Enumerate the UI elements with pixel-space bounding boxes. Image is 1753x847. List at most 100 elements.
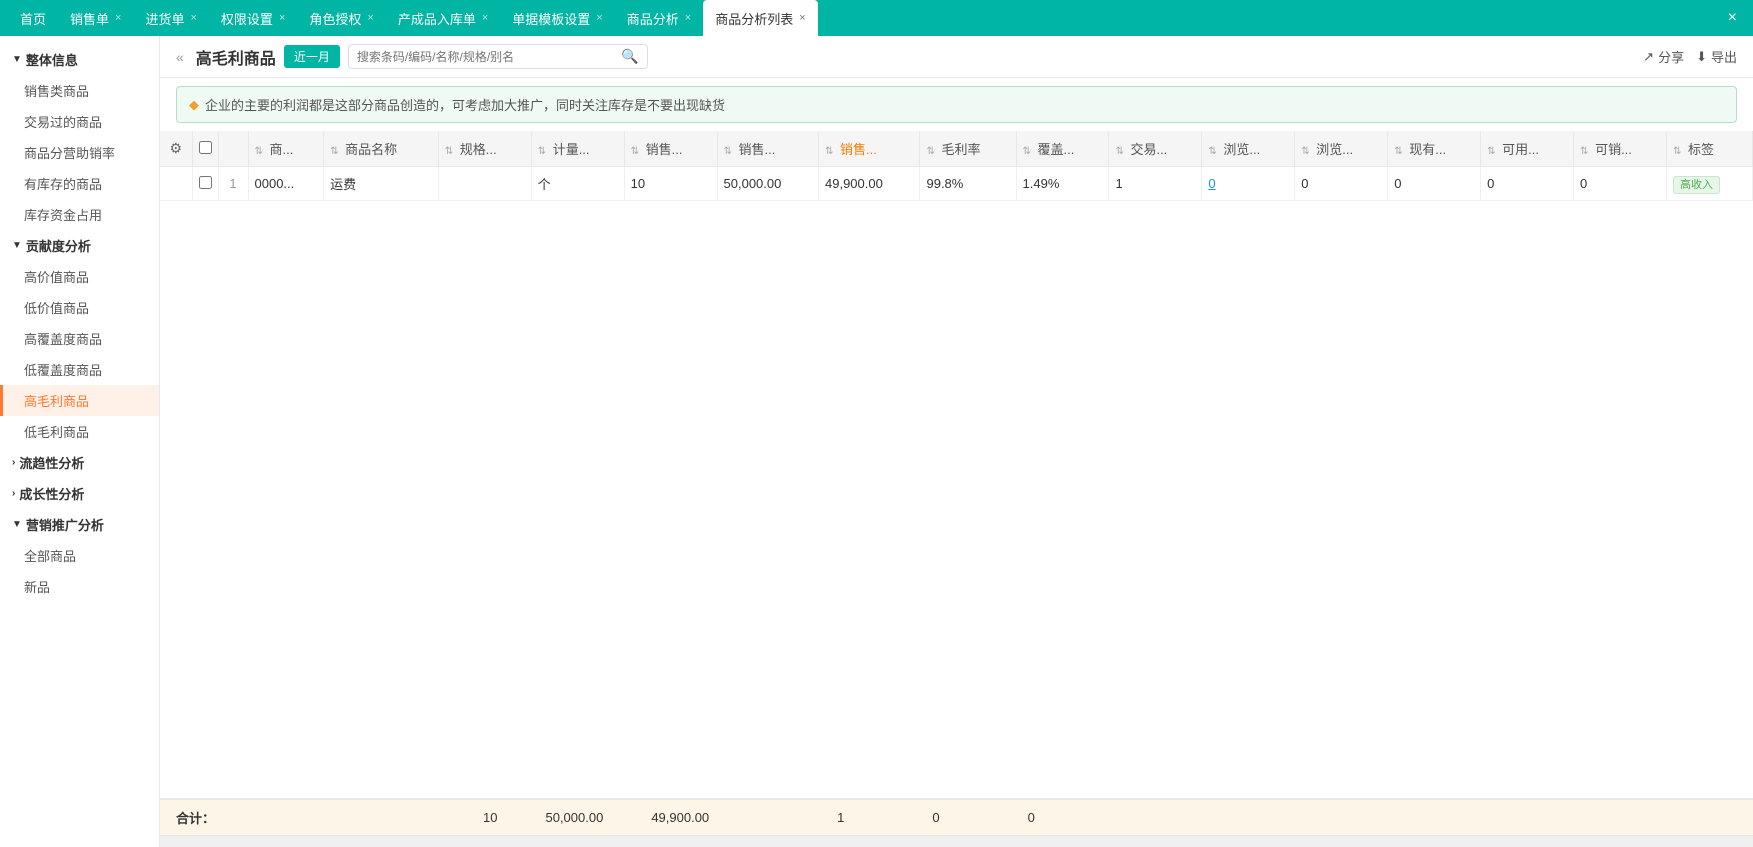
cell-tag: 高收入: [1666, 167, 1752, 201]
cell-sales-amount: 50,000.00: [717, 167, 818, 201]
cell-transaction: 1: [1109, 167, 1202, 201]
col-margin-rate[interactable]: ⇅ 毛利率: [920, 131, 1016, 167]
sidebar-item-traded-products[interactable]: 交易过的商品: [0, 106, 159, 137]
nav-close-icon[interactable]: ×: [279, 12, 285, 24]
info-banner: ◆ 企业的主要的利润都是这部分商品创造的，可考虑加大推广，同时关注库存是不要出现…: [176, 86, 1737, 123]
col-sellable[interactable]: ⇅ 可销...: [1574, 131, 1667, 167]
page-title: 高毛利商品: [196, 45, 276, 69]
sidebar-item-assist-rate[interactable]: 商品分营助销率: [0, 137, 159, 168]
nav-home[interactable]: 首页: [8, 0, 58, 36]
nav-purchase-order[interactable]: 进货单 ×: [133, 0, 208, 36]
nav-product-analysis[interactable]: 商品分析 ×: [615, 0, 703, 36]
main-area: ▼ 整体信息 销售类商品 交易过的商品 商品分营助销率 有库存的商品 库存资金占…: [0, 36, 1753, 847]
settings-icon[interactable]: ⚙: [169, 140, 182, 156]
nav-finished-goods[interactable]: 产成品入库单 ×: [386, 0, 500, 36]
col-gear[interactable]: ⚙: [160, 131, 192, 167]
nav-permissions[interactable]: 权限设置 ×: [209, 0, 297, 36]
table-header-row: ⚙ ⇅ 商... ⇅ 商品名称: [160, 131, 1753, 167]
col-code[interactable]: ⇅ 商...: [248, 131, 324, 167]
cell-current-stock: 0: [1388, 167, 1481, 201]
nav-close-icon[interactable]: ×: [115, 12, 121, 24]
cell-coverage: 1.49%: [1016, 167, 1109, 201]
nav-close-icon[interactable]: ×: [482, 12, 488, 24]
col-available[interactable]: ⇅ 可用...: [1481, 131, 1574, 167]
nav-sales-order[interactable]: 销售单 ×: [58, 0, 133, 36]
sidebar-group-trend[interactable]: › 流趋性分析: [0, 447, 159, 478]
footer-sales-amount: 50,000.00: [545, 810, 603, 825]
nav-role-auth[interactable]: 角色授权 ×: [297, 0, 385, 36]
sidebar-group-contribution[interactable]: ▼ 贡献度分析: [0, 230, 159, 261]
sidebar-collapse-button[interactable]: «: [176, 49, 184, 65]
sort-icon: ⇅: [1115, 146, 1123, 157]
cell-sales-qty: 10: [624, 167, 717, 201]
expand-arrow-icon: ›: [12, 457, 15, 468]
sort-icon: ⇅: [1673, 146, 1681, 157]
col-browse1[interactable]: ⇅ 浏览...: [1202, 131, 1295, 167]
search-icon[interactable]: 🔍: [621, 48, 638, 65]
cell-spec: [438, 167, 531, 201]
sidebar-item-all-products[interactable]: 全部商品: [0, 540, 159, 571]
footer-sales-qty: 10: [483, 810, 497, 825]
sort-icon: ⇅: [724, 146, 732, 157]
sort-icon: ⇅: [825, 146, 833, 157]
cell-sales-profit: 49,900.00: [819, 167, 920, 201]
sidebar-item-inventory-capital[interactable]: 库存资金占用: [0, 199, 159, 230]
search-box: 🔍: [348, 44, 648, 69]
cell-browse2: 0: [1295, 167, 1388, 201]
sidebar-item-low-value[interactable]: 低价值商品: [0, 292, 159, 323]
footer-sales-profit: 49,900.00: [651, 810, 709, 825]
share-icon: ↗: [1643, 49, 1654, 65]
share-button[interactable]: ↗ 分享: [1643, 47, 1684, 66]
footer-label: 合计：: [176, 808, 215, 827]
cell-browse1[interactable]: 0: [1202, 167, 1295, 201]
tag-badge: 高收入: [1673, 176, 1720, 194]
select-all-checkbox[interactable]: [199, 141, 212, 154]
search-input[interactable]: [357, 50, 622, 64]
col-index: [218, 131, 248, 167]
expand-arrow-icon: ▼: [12, 519, 22, 530]
nav-close-icon[interactable]: ×: [685, 12, 691, 24]
col-name[interactable]: ⇅ 商品名称: [324, 131, 439, 167]
row-checkbox[interactable]: [199, 176, 212, 189]
col-unit[interactable]: ⇅ 计量...: [531, 131, 624, 167]
sidebar-item-high-coverage[interactable]: 高覆盖度商品: [0, 323, 159, 354]
sort-icon: ⇅: [445, 146, 453, 157]
sort-icon: ⇅: [330, 146, 338, 157]
sort-icon: ⇅: [1301, 146, 1309, 157]
nav-template-settings[interactable]: 单据模板设置 ×: [500, 0, 614, 36]
sidebar-item-in-stock[interactable]: 有库存的商品: [0, 168, 159, 199]
nav-close-icon[interactable]: ×: [367, 12, 373, 24]
sidebar-item-high-value[interactable]: 高价值商品: [0, 261, 159, 292]
sidebar-group-overall[interactable]: ▼ 整体信息: [0, 44, 159, 75]
col-sales-amount[interactable]: ⇅ 销售...: [717, 131, 818, 167]
nav-close-icon[interactable]: ×: [190, 12, 196, 24]
horizontal-scrollbar[interactable]: [160, 835, 1753, 847]
cell-checkbox[interactable]: [192, 167, 218, 201]
col-tag[interactable]: ⇅ 标签: [1666, 131, 1752, 167]
sidebar-item-sales-products[interactable]: 销售类商品: [0, 75, 159, 106]
nav-close-icon[interactable]: ×: [799, 12, 805, 24]
col-current-stock[interactable]: ⇅ 现有...: [1388, 131, 1481, 167]
col-sales-qty[interactable]: ⇅ 销售...: [624, 131, 717, 167]
sidebar-item-new-products[interactable]: 新品: [0, 571, 159, 602]
nav-close-icon[interactable]: ×: [596, 12, 602, 24]
cell-index: 1: [218, 167, 248, 201]
col-spec[interactable]: ⇅ 规格...: [438, 131, 531, 167]
sort-icon: ⇅: [1394, 146, 1402, 157]
col-transaction[interactable]: ⇅ 交易...: [1109, 131, 1202, 167]
sidebar-item-high-margin[interactable]: 高毛利商品: [0, 385, 159, 416]
sidebar-group-marketing[interactable]: ▼ 营销推广分析: [0, 509, 159, 540]
sidebar-item-low-margin[interactable]: 低毛利商品: [0, 416, 159, 447]
col-browse2[interactable]: ⇅ 浏览...: [1295, 131, 1388, 167]
sidebar-group-growth[interactable]: › 成长性分析: [0, 478, 159, 509]
window-close-button[interactable]: ×: [1720, 9, 1745, 27]
col-checkbox[interactable]: [192, 131, 218, 167]
content-header: « 高毛利商品 近一月 🔍 ↗ 分享 ⬇ 导出: [160, 36, 1753, 78]
header-actions: ↗ 分享 ⬇ 导出: [1643, 47, 1737, 66]
export-button[interactable]: ⬇ 导出: [1696, 47, 1737, 66]
filter-recent-month-button[interactable]: 近一月: [284, 45, 340, 68]
col-sales-profit[interactable]: ⇅ 销售...: [819, 131, 920, 167]
sidebar-item-low-coverage[interactable]: 低覆盖度商品: [0, 354, 159, 385]
nav-product-analysis-list[interactable]: 商品分析列表 ×: [703, 0, 817, 36]
col-coverage[interactable]: ⇅ 覆盖...: [1016, 131, 1109, 167]
